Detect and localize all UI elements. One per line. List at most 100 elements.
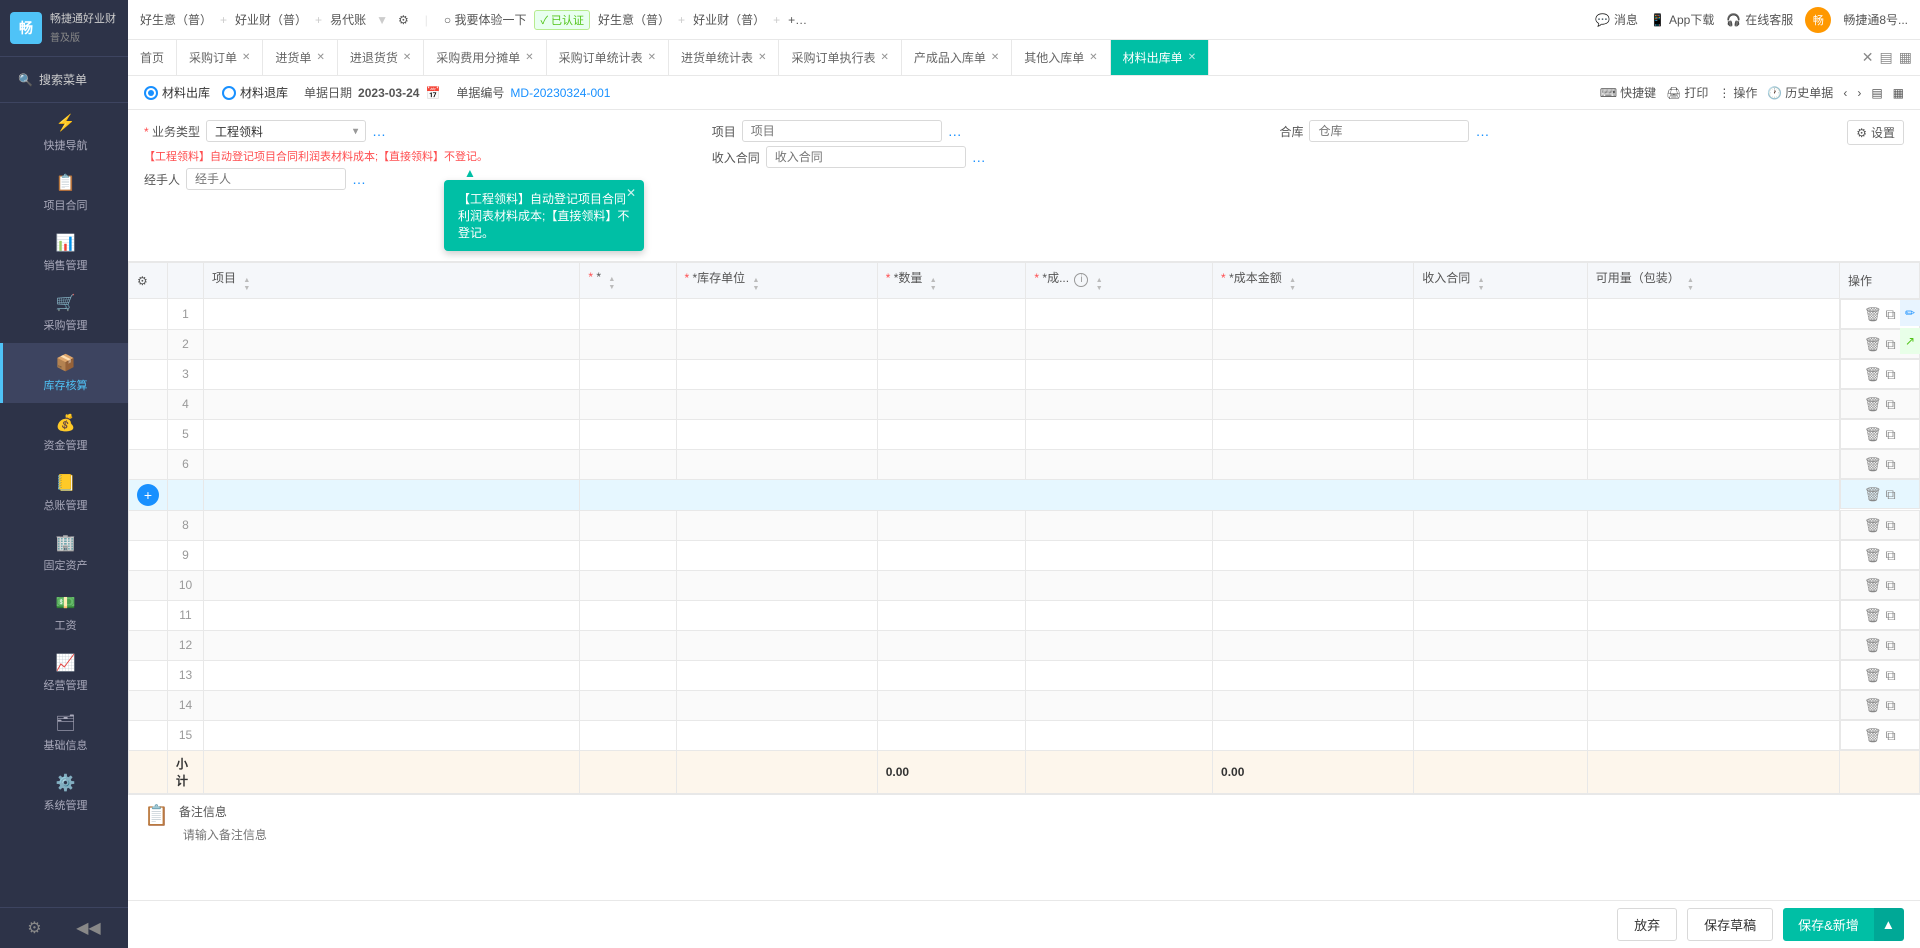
row-project[interactable]: [204, 690, 580, 720]
row-cost-price[interactable]: [1026, 389, 1213, 419]
delete-row-button[interactable]: 🗑: [1864, 426, 1882, 443]
row-income-contract[interactable]: [1414, 389, 1587, 419]
right-panel-btn-2[interactable]: ↗: [1900, 328, 1920, 354]
nav-haoishengyi2[interactable]: 好生意（普）: [598, 11, 670, 28]
search-menu-button[interactable]: 🔍 搜索菜单: [10, 65, 118, 94]
row-project[interactable]: [204, 570, 580, 600]
row-cost-amount[interactable]: [1213, 720, 1414, 751]
row-unit[interactable]: [676, 600, 877, 630]
row-cell-input[interactable]: [212, 488, 571, 502]
radio-material-issue[interactable]: 材料出库: [144, 84, 210, 101]
radio-material-return[interactable]: 材料退库: [222, 84, 288, 101]
copy-row-button[interactable]: ⧉: [1886, 336, 1896, 353]
save-new-main-button[interactable]: 保存&新增: [1783, 908, 1874, 941]
info-icon[interactable]: i: [1074, 273, 1088, 287]
tab-close-icon[interactable]: ✕: [242, 52, 250, 63]
row-income-contract[interactable]: [1414, 510, 1587, 540]
row-quantity[interactable]: [877, 449, 1026, 479]
row-available-qty[interactable]: [1587, 299, 1839, 330]
col-cost-price[interactable]: *成... i ▲▼: [1026, 263, 1213, 299]
warehouse-more-icon[interactable]: …: [1475, 123, 1489, 139]
layout-list-button[interactable]: ▤: [1871, 86, 1882, 100]
row-cost-price[interactable]: [1026, 630, 1213, 660]
user-name[interactable]: 畅捷通8号...: [1843, 11, 1908, 28]
row-cost-amount[interactable]: [1213, 299, 1414, 330]
tab-close-icon[interactable]: ✕: [758, 52, 766, 63]
right-panel-btn-1[interactable]: ✏: [1900, 300, 1920, 326]
row-cost-amount[interactable]: [1213, 359, 1414, 389]
row-project[interactable]: [204, 299, 580, 330]
business-type-input[interactable]: [206, 120, 366, 142]
print-button[interactable]: 🖨 打印: [1666, 84, 1708, 101]
row-income-contract[interactable]: [1414, 419, 1587, 449]
tab-purchase-receipt[interactable]: 进货单 ✕: [263, 40, 337, 75]
row-unit[interactable]: [676, 540, 877, 570]
col-available-qty[interactable]: 可用量（包装） ▲▼: [1587, 263, 1839, 299]
delete-row-button[interactable]: 🗑: [1864, 607, 1882, 624]
col-income-contract[interactable]: 收入合同 ▲▼: [1414, 263, 1587, 299]
nav-more[interactable]: +…: [788, 13, 807, 27]
row-material[interactable]: [580, 449, 676, 479]
tab-other-receipt[interactable]: 其他入库单 ✕: [1012, 40, 1110, 75]
operation-button[interactable]: ⋮ 操作: [1718, 84, 1757, 101]
tab-close-icon[interactable]: ✕: [1089, 52, 1097, 63]
tab-home[interactable]: 首页: [128, 40, 177, 75]
row-settings[interactable]: [129, 389, 168, 419]
row-income-contract[interactable]: [1414, 630, 1587, 660]
nav-haoishengyi[interactable]: 好生意（普）: [140, 11, 212, 28]
tab-layout-btn1[interactable]: ▤: [1880, 49, 1893, 66]
row-available-qty[interactable]: [1587, 690, 1839, 720]
row-income-contract[interactable]: [1414, 359, 1587, 389]
row-material[interactable]: [580, 570, 676, 600]
row-project[interactable]: [204, 600, 580, 630]
prev-record-button[interactable]: ‹: [1843, 86, 1847, 100]
row-cost-price[interactable]: [1026, 540, 1213, 570]
delete-row-button[interactable]: 🗑: [1864, 517, 1882, 534]
row-cost-price[interactable]: [1026, 720, 1213, 751]
shortcut-button[interactable]: ⌨ 快捷键: [1600, 84, 1656, 101]
delete-row-button[interactable]: 🗑: [1864, 727, 1882, 744]
row-settings[interactable]: [129, 660, 168, 690]
row-cost-price[interactable]: [1026, 419, 1213, 449]
row-cost-price[interactable]: [1026, 449, 1213, 479]
tab-purchase-stats[interactable]: 采购订单统计表 ✕: [547, 40, 669, 75]
row-material[interactable]: [580, 600, 676, 630]
delete-row-button[interactable]: 🗑: [1864, 637, 1882, 654]
col-quantity[interactable]: *数量 ▲▼: [877, 263, 1026, 299]
sidebar-item-salary[interactable]: 💵 工资: [0, 583, 128, 643]
row-unit[interactable]: [676, 510, 877, 540]
row-project[interactable]: [204, 510, 580, 540]
sidebar-item-inventory[interactable]: 📦 库存核算: [0, 343, 128, 403]
row-material[interactable]: [580, 359, 676, 389]
copy-row-button[interactable]: ⧉: [1886, 697, 1896, 714]
row-settings[interactable]: [129, 690, 168, 720]
row-quantity[interactable]: [877, 419, 1026, 449]
row-project[interactable]: [204, 359, 580, 389]
tab-close-icon[interactable]: ✕: [525, 52, 533, 63]
calendar-icon[interactable]: 📅: [425, 86, 440, 100]
row-income-contract[interactable]: [1414, 540, 1587, 570]
row-available-qty[interactable]: [1587, 720, 1839, 751]
row-project[interactable]: [204, 630, 580, 660]
delete-row-button[interactable]: 🗑: [1864, 486, 1882, 503]
nav-haoyecai[interactable]: 好业财（普）: [235, 11, 307, 28]
add-row-button[interactable]: +: [137, 484, 159, 506]
row-project[interactable]: [204, 660, 580, 690]
copy-row-button[interactable]: ⧉: [1886, 426, 1896, 443]
row-settings[interactable]: [129, 329, 168, 359]
row-cost-amount[interactable]: [1213, 449, 1414, 479]
row-available-qty[interactable]: [1587, 329, 1839, 359]
row-income-contract[interactable]: [1414, 449, 1587, 479]
delete-row-button[interactable]: 🗑: [1864, 396, 1882, 413]
copy-row-button[interactable]: ⧉: [1886, 306, 1896, 323]
row-cost-amount[interactable]: [1213, 540, 1414, 570]
row-cost-amount[interactable]: [1213, 630, 1414, 660]
notes-input[interactable]: [179, 824, 779, 846]
row-available-qty[interactable]: [1587, 449, 1839, 479]
tab-receipt-stats[interactable]: 进货单统计表 ✕: [669, 40, 779, 75]
nav-haoyecai2[interactable]: 好业财（普）: [693, 11, 765, 28]
tab-close-icon[interactable]: ✕: [880, 52, 888, 63]
row-cost-price[interactable]: [1026, 359, 1213, 389]
row-unit[interactable]: [676, 299, 877, 330]
copy-row-button[interactable]: ⧉: [1886, 607, 1896, 624]
